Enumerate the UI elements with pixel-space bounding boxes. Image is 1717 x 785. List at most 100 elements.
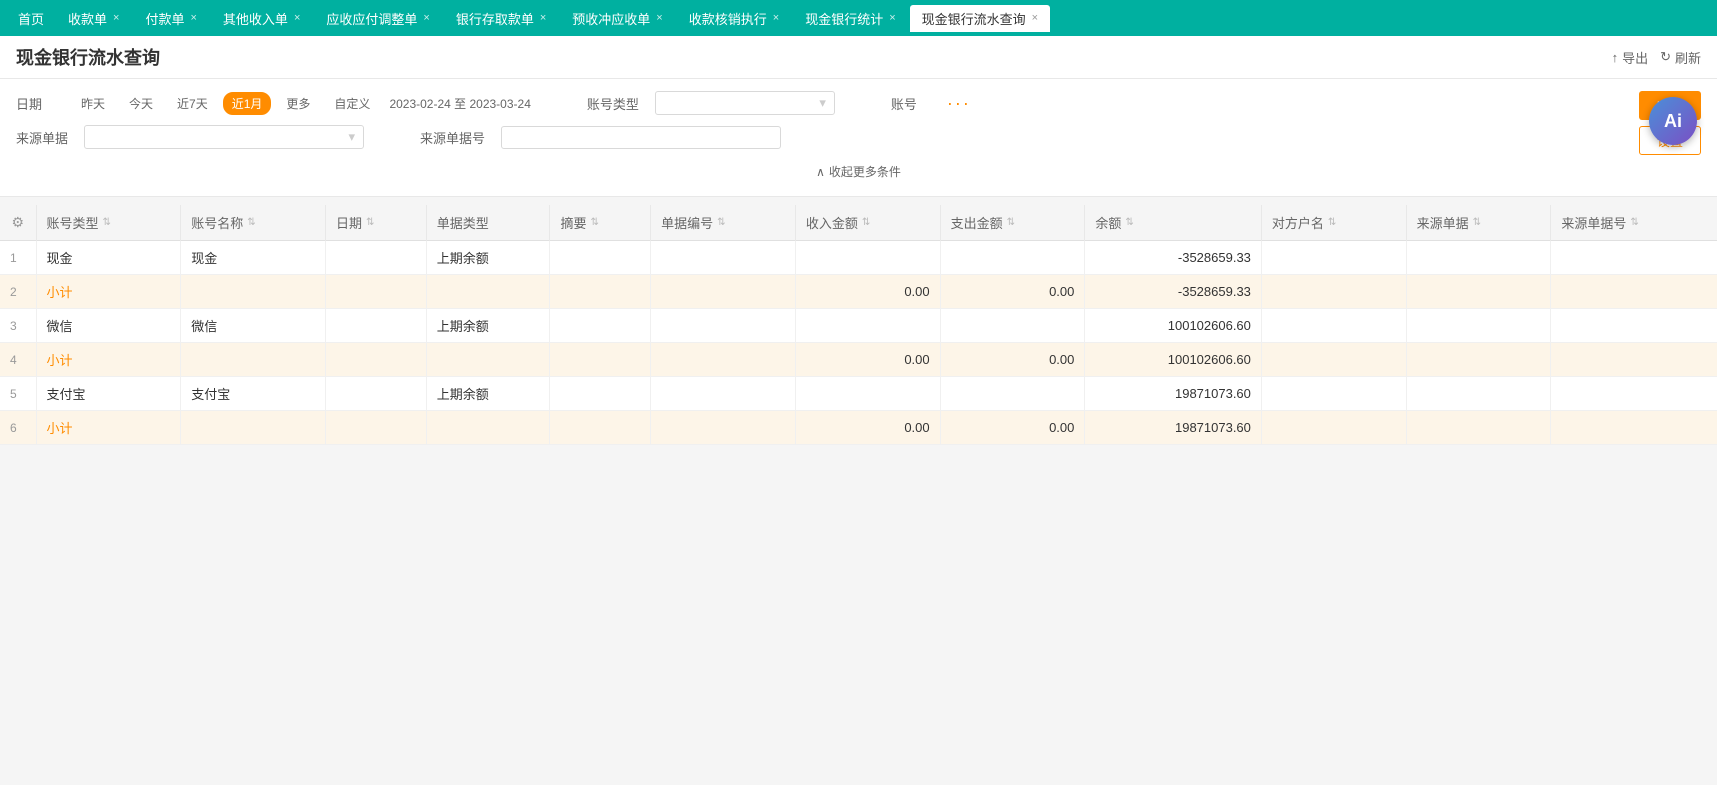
table-container: ⚙ 账号类型 ⇅ 账号名称 ⇅ 日期	[0, 205, 1717, 445]
export-icon: ↑	[1612, 50, 1619, 65]
page-title: 现金银行流水查询	[16, 44, 160, 70]
nav-tab-4[interactable]: 银行存取款单 ×	[444, 5, 558, 32]
cell-doc-type	[426, 275, 550, 309]
nav-tab-5[interactable]: 预收冲应收单 ×	[560, 5, 674, 32]
date-btn-yesterday[interactable]: 昨天	[72, 92, 114, 115]
date-label: 日期	[16, 94, 56, 113]
export-button[interactable]: ↑ 导出	[1612, 48, 1649, 67]
cell-doc-no	[651, 241, 796, 275]
close-tab-4[interactable]: ×	[540, 12, 546, 24]
chevron-up-icon: ∧	[816, 165, 825, 179]
cell-counterparty	[1261, 411, 1406, 445]
cell-doc-no	[651, 309, 796, 343]
table-row[interactable]: 3微信微信上期余额100102606.60	[0, 309, 1717, 343]
th-income: 收入金额 ⇅	[795, 205, 940, 241]
cell-date	[326, 343, 427, 377]
close-tab-3[interactable]: ×	[423, 12, 429, 24]
close-tab-5[interactable]: ×	[656, 12, 662, 24]
filter-area: 日期 昨天 今天 近7天 近1月 更多 自定义 2023-02-24 至 202…	[0, 79, 1717, 197]
cell-source-doc-no	[1551, 343, 1717, 377]
nav-tab-3[interactable]: 应收应付调整单 ×	[314, 5, 441, 32]
nav-home[interactable]: 首页	[8, 5, 54, 32]
collapse-bar[interactable]: ∧ 收起更多条件	[16, 159, 1701, 184]
close-tab-1[interactable]: ×	[190, 12, 196, 24]
date-btn-7days[interactable]: 近7天	[168, 92, 217, 115]
th-balance: 余额 ⇅	[1085, 205, 1262, 241]
account-type-select[interactable]: ▾	[655, 91, 835, 115]
cell-counterparty	[1261, 343, 1406, 377]
cell-expense: 0.00	[940, 275, 1085, 309]
sort-icon-source-doc: ⇅	[1473, 217, 1481, 228]
th-source-doc: 来源单据 ⇅	[1406, 205, 1551, 241]
table-row[interactable]: 1现金现金上期余额-3528659.33	[0, 241, 1717, 275]
cell-income: 0.00	[795, 275, 940, 309]
sort-icon-income: ⇅	[862, 217, 870, 228]
table-row[interactable]: 5支付宝支付宝上期余额19871073.60	[0, 377, 1717, 411]
cell-account-type: 支付宝	[36, 377, 181, 411]
ai-assistant-button[interactable]: Ai	[1649, 97, 1697, 145]
cell-expense	[940, 241, 1085, 275]
cell-doc-type: 上期余额	[426, 377, 550, 411]
cell-source-doc	[1406, 343, 1551, 377]
cell-expense	[940, 377, 1085, 411]
sort-icon-balance: ⇅	[1125, 217, 1133, 228]
date-btn-1month[interactable]: 近1月	[223, 92, 272, 115]
cell-balance: 19871073.60	[1085, 377, 1262, 411]
cell-account-type: 现金	[36, 241, 181, 275]
close-tab-8[interactable]: ×	[1032, 12, 1038, 24]
close-tab-6[interactable]: ×	[773, 12, 779, 24]
sort-icon-doc-no: ⇅	[717, 217, 725, 228]
th-doc-no: 单据编号 ⇅	[651, 205, 796, 241]
main-table: ⚙ 账号类型 ⇅ 账号名称 ⇅ 日期	[0, 205, 1717, 445]
cell-date	[326, 377, 427, 411]
date-btn-custom[interactable]: 自定义	[325, 92, 379, 115]
cell-source-doc	[1406, 411, 1551, 445]
close-tab-2[interactable]: ×	[294, 12, 300, 24]
filter-row-2: 来源单据 ▾ 来源单据号	[16, 125, 1623, 149]
cell-income	[795, 309, 940, 343]
cell-income	[795, 241, 940, 275]
cell-doc-type: 上期余额	[426, 241, 550, 275]
cell-account-name	[181, 411, 326, 445]
nav-tab-6[interactable]: 收款核销执行 ×	[677, 5, 791, 32]
cell-account-name: 微信	[181, 309, 326, 343]
account-more-btn[interactable]: ···	[947, 94, 971, 112]
date-btn-more[interactable]: 更多	[277, 92, 319, 115]
cell-summary	[550, 309, 651, 343]
cell-source-doc	[1406, 275, 1551, 309]
date-btn-today[interactable]: 今天	[120, 92, 162, 115]
gear-icon[interactable]: ⚙	[11, 214, 24, 230]
cell-date	[326, 309, 427, 343]
cell-balance: -3528659.33	[1085, 241, 1262, 275]
cell-doc-type	[426, 411, 550, 445]
cell-source-doc-no	[1551, 411, 1717, 445]
cell-counterparty	[1261, 241, 1406, 275]
table-row[interactable]: 6小计0.000.0019871073.60	[0, 411, 1717, 445]
close-tab-7[interactable]: ×	[889, 12, 895, 24]
cell-date	[326, 241, 427, 275]
cell-doc-no	[651, 411, 796, 445]
table-row[interactable]: 4小计0.000.00100102606.60	[0, 343, 1717, 377]
date-range-display: 2023-02-24 至 2023-03-24	[389, 95, 530, 112]
nav-tab-2[interactable]: 其他收入单 ×	[211, 5, 312, 32]
cell-date	[326, 275, 427, 309]
source-doc-num-input[interactable]	[501, 126, 781, 149]
th-expense: 支出金额 ⇅	[940, 205, 1085, 241]
cell-account-type: 微信	[36, 309, 181, 343]
source-doc-select[interactable]: ▾	[84, 125, 364, 149]
nav-tab-7[interactable]: 现金银行统计 ×	[793, 5, 907, 32]
cell-summary	[550, 241, 651, 275]
close-tab-0[interactable]: ×	[113, 12, 119, 24]
nav-tab-0[interactable]: 收款单 ×	[56, 5, 131, 32]
nav-tab-8[interactable]: 现金银行流水查询 ×	[910, 5, 1050, 32]
cell-summary	[550, 411, 651, 445]
th-summary: 摘要 ⇅	[550, 205, 651, 241]
table-row[interactable]: 2小计0.000.00-3528659.33	[0, 275, 1717, 309]
account-label: 账号	[891, 94, 931, 113]
cell-summary	[550, 377, 651, 411]
cell-source-doc-no	[1551, 377, 1717, 411]
refresh-button[interactable]: ↻ 刷新	[1660, 48, 1701, 67]
cell-doc-no	[651, 275, 796, 309]
cell-balance: 100102606.60	[1085, 343, 1262, 377]
nav-tab-1[interactable]: 付款单 ×	[133, 5, 208, 32]
